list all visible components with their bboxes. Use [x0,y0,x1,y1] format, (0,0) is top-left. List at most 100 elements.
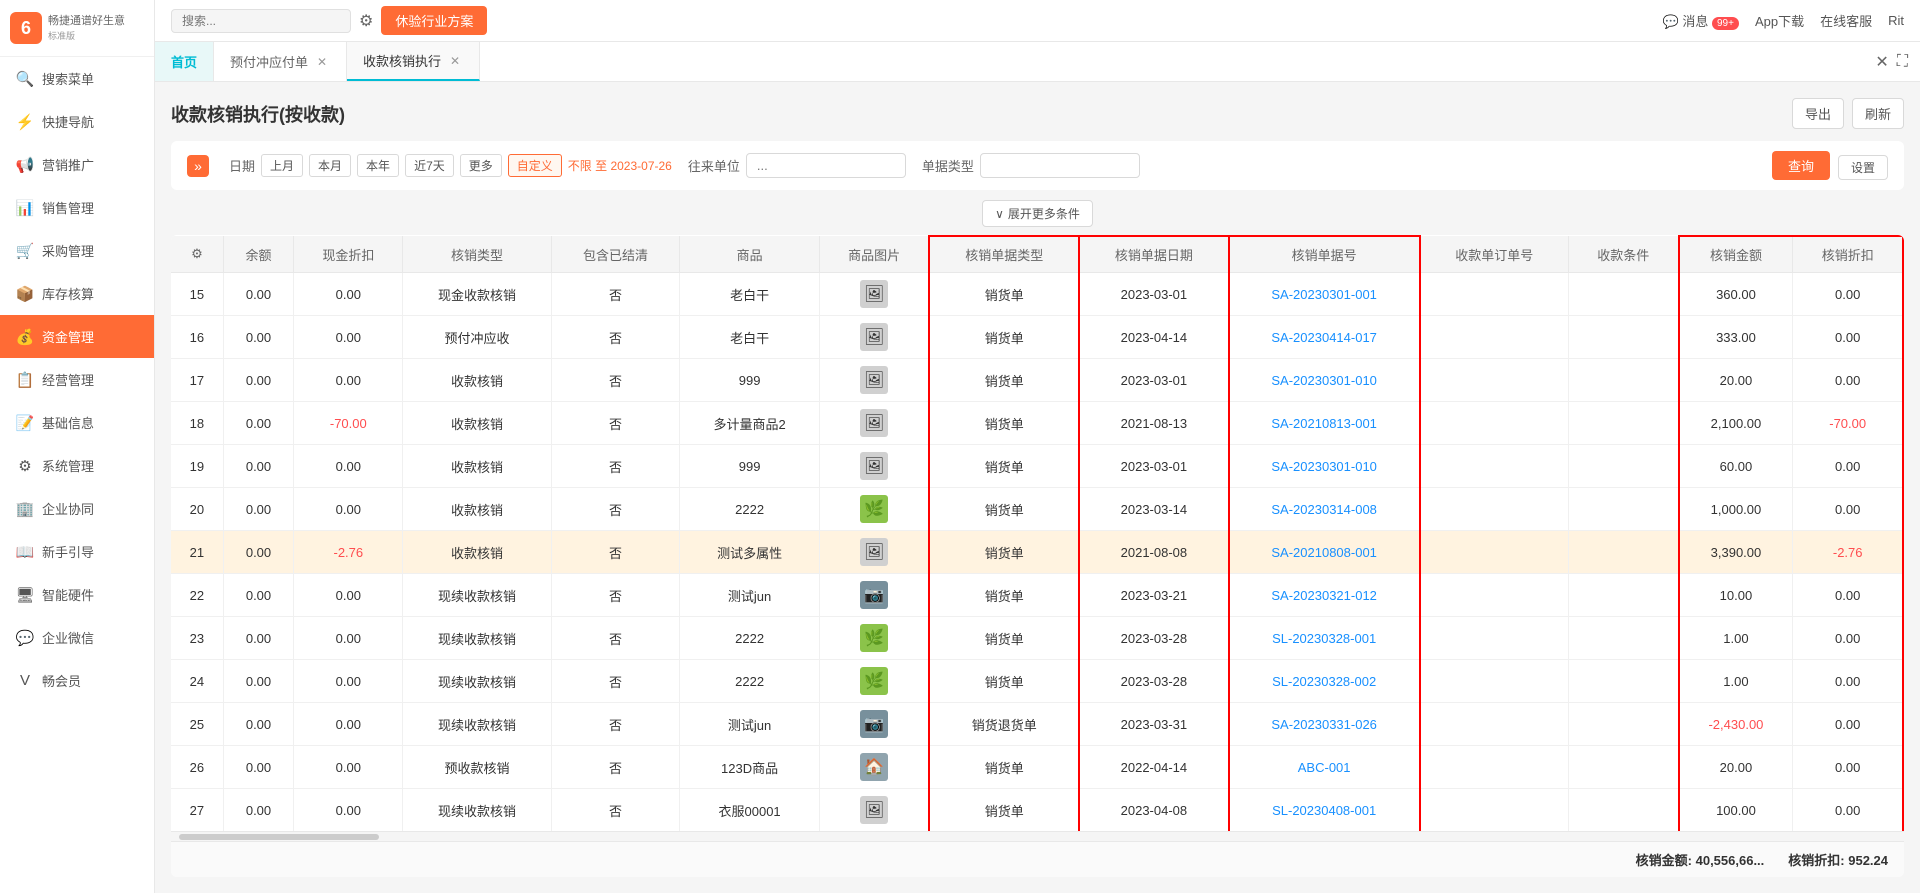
export-btn[interactable]: 导出 [1792,98,1844,129]
sidebar-item-basic-info[interactable]: 📝 基础信息 [0,401,154,444]
cell-verify-type: 现续收款核销 [403,789,551,832]
cell-verify-discount: -2.76 [1793,531,1903,574]
cell-verify-slip-date: 2023-03-28 [1079,617,1229,660]
cell-verify-slip-type: 销货单 [929,445,1079,488]
cell-verify-slip-no[interactable]: SA-20230331-026 [1229,703,1420,746]
cell-cash-discount: 0.00 [294,359,403,402]
cell-verify-slip-no[interactable]: SA-20230321-012 [1229,574,1420,617]
page-title: 收款核销执行(按收款) [171,101,345,127]
col-balance: 余额 [223,236,293,273]
sidebar-item-member[interactable]: V 畅会员 [0,659,154,702]
col-verify-discount: 核销折扣 [1793,236,1903,273]
cell-verify-slip-no[interactable]: SA-20210813-001 [1229,402,1420,445]
sidebar-item-wechat[interactable]: 💬 企业微信 [0,616,154,659]
tab-prepay[interactable]: 预付冲应付单 ✕ [214,42,347,81]
cell-verify-amount: 360.00 [1679,273,1793,316]
cell-product: 测试jun [680,574,820,617]
cell-verify-slip-no[interactable]: ABC-001 [1229,746,1420,789]
cell-verify-slip-no[interactable]: SL-20230408-001 [1229,789,1420,832]
cell-verify-discount: 0.00 [1793,617,1903,660]
cell-verify-slip-no[interactable]: SA-20230314-008 [1229,488,1420,531]
sidebar-item-purchase[interactable]: 🛒 采购管理 [0,229,154,272]
sidebar-item-marketing[interactable]: 📢 营销推广 [0,143,154,186]
cell-verify-discount: 0.00 [1793,488,1903,531]
refresh-btn[interactable]: 刷新 [1852,98,1904,129]
cell-included-cleared: 否 [551,273,680,316]
col-settings[interactable]: ⚙ [171,236,223,273]
sidebar-label-system: 系统管理 [42,456,94,475]
logo-icon: 6 [10,12,42,44]
message-area[interactable]: 💬 消息 99+ [1663,11,1739,30]
expand-conditions-btn[interactable]: ∨ 展开更多条件 [982,200,1093,227]
cell-balance: 0.00 [223,402,293,445]
expand-tabs-icon[interactable]: ⛶ [1897,53,1908,71]
cell-num: 24 [171,660,223,703]
tab-collection-close[interactable]: ✕ [447,53,463,69]
cell-verify-slip-no[interactable]: SL-20230328-002 [1229,660,1420,703]
cell-verify-slip-no[interactable]: SA-20230301-010 [1229,359,1420,402]
table-scroll[interactable]: ⚙ 余额 现金折扣 核销类型 包含已结清 商品 商品图片 核销单据类型 核销单据… [171,235,1904,831]
sidebar-item-finance[interactable]: 💰 资金管理 [0,315,154,358]
cell-verify-slip-no[interactable]: SL-20230328-001 [1229,617,1420,660]
cell-verify-slip-no[interactable]: SA-20230414-017 [1229,316,1420,359]
cell-collection-condition [1568,789,1678,832]
cell-product: 老白干 [680,316,820,359]
cell-verify-slip-no[interactable]: SA-20230301-010 [1229,445,1420,488]
cell-included-cleared: 否 [551,316,680,359]
cell-verify-type: 现续收款核销 [403,703,551,746]
close-tab-icon[interactable]: ✕ [1875,52,1888,72]
date-this-year[interactable]: 本年 [357,154,399,177]
tab-home[interactable]: 首页 [155,42,214,81]
date-last-month[interactable]: 上月 [261,154,303,177]
date-more[interactable]: 更多 [460,154,502,177]
expand-icon: ∨ [995,207,1004,221]
query-btn[interactable]: 查询 [1772,151,1830,180]
cell-included-cleared: 否 [551,402,680,445]
logo-badge: 标准版 [48,29,125,42]
cell-balance: 0.00 [223,746,293,789]
cell-verify-type: 现续收款核销 [403,660,551,703]
table-row: 20 0.00 0.00 收款核销 否 2222 🌿 销货单 2023-03-1… [171,488,1903,531]
sidebar-item-operations[interactable]: 📋 经营管理 [0,358,154,401]
cell-verify-slip-date: 2023-03-21 [1079,574,1229,617]
date-this-month[interactable]: 本月 [309,154,351,177]
cell-verify-discount: 0.00 [1793,316,1903,359]
tab-prepay-close[interactable]: ✕ [314,54,330,70]
cell-collection-condition [1568,574,1678,617]
sidebar-item-inventory[interactable]: 📦 库存核算 [0,272,154,315]
sidebar-item-guide[interactable]: 📖 新手引导 [0,530,154,573]
table-row: 16 0.00 0.00 预付冲应收 否 老白干 🖼 销货单 2023-04-1… [171,316,1903,359]
industry-solution-btn[interactable]: 休验行业方案 [381,6,487,35]
date-custom[interactable]: 自定义 [508,154,562,177]
single-type-select[interactable] [980,153,1140,178]
sidebar-item-system[interactable]: ⚙ 系统管理 [0,444,154,487]
date-options: 上月 本月 本年 近7天 更多 自定义 [261,154,562,177]
top-search-input[interactable] [171,9,351,33]
cell-verify-slip-no[interactable]: SA-20230301-001 [1229,273,1420,316]
settings-btn[interactable]: 设置 [1838,155,1888,180]
cell-balance: 0.00 [223,531,293,574]
sidebar-item-quick-nav[interactable]: ⚡ 快捷导航 [0,100,154,143]
cell-balance: 0.00 [223,789,293,832]
cell-balance: 0.00 [223,445,293,488]
cell-collection-condition [1568,660,1678,703]
cell-included-cleared: 否 [551,574,680,617]
sidebar-item-enterprise[interactable]: 🏢 企业协同 [0,487,154,530]
date-filter-label: 日期 [229,156,255,175]
cell-cash-discount: 0.00 [294,488,403,531]
cell-product: 多计量商品2 [680,402,820,445]
logo-text: 畅捷通谱好生意 [48,14,125,28]
from-unit-input[interactable] [746,153,906,178]
collapse-filter-btn[interactable]: » [187,155,209,177]
tab-collection[interactable]: 收款核销执行 ✕ [347,42,480,81]
cell-verify-slip-no[interactable]: SA-20210808-001 [1229,531,1420,574]
sidebar-item-search[interactable]: 🔍 搜索菜单 [0,57,154,100]
sidebar-item-sales[interactable]: 📊 销售管理 [0,186,154,229]
cell-num: 18 [171,402,223,445]
app-download-link[interactable]: App下载 [1755,11,1804,30]
online-service-link[interactable]: 在线客服 [1820,11,1872,30]
table-footer: 核销金额: 40,556,66... 核销折扣: 952.24 [171,841,1904,877]
sidebar-item-smart-hw[interactable]: 🖥 智能硬件 [0,573,154,616]
date-7days[interactable]: 近7天 [405,154,454,177]
settings-icon[interactable]: ⚙ [359,11,373,31]
